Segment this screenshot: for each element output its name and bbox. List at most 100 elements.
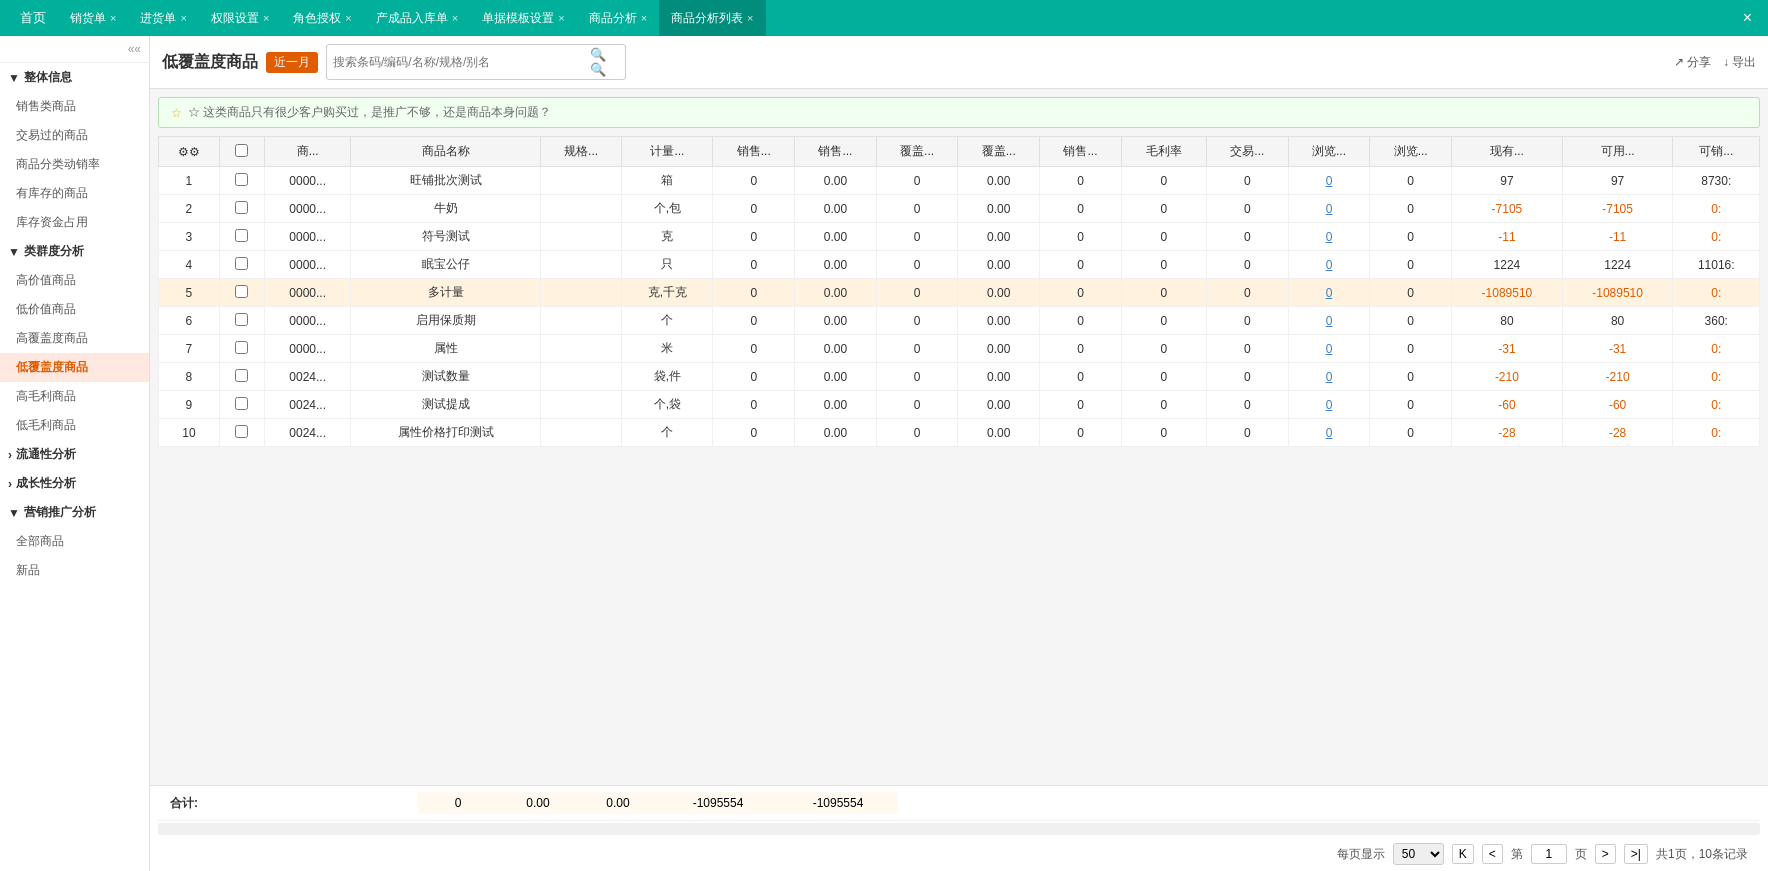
row-select-checkbox[interactable]	[235, 229, 248, 242]
close-icon[interactable]: ×	[110, 12, 116, 24]
row-browse1[interactable]: 0	[1288, 391, 1370, 419]
row-checkbox[interactable]	[219, 335, 264, 363]
nav-template-settings[interactable]: 单据模板设置 ×	[470, 0, 576, 36]
col-checkbox[interactable]	[219, 137, 264, 167]
page-input[interactable]	[1531, 844, 1567, 864]
row-select-checkbox[interactable]	[235, 257, 248, 270]
time-filter-button[interactable]: 近一月	[266, 52, 318, 73]
sidebar-item-low-margin[interactable]: 低毛利商品	[0, 411, 149, 440]
nav-home[interactable]: 首页	[8, 0, 58, 36]
sidebar-item-category-rate[interactable]: 商品分类动销率	[0, 150, 149, 179]
sidebar-item-low-value[interactable]: 低价值商品	[0, 295, 149, 324]
nav-sales[interactable]: 销货单 ×	[58, 0, 128, 36]
per-page-select[interactable]: 50 20 100	[1393, 843, 1444, 865]
row-browse1[interactable]: 0	[1288, 195, 1370, 223]
row-checkbox[interactable]	[219, 279, 264, 307]
col-transaction[interactable]: 交易...	[1206, 137, 1288, 167]
col-cover2[interactable]: 覆盖...	[958, 137, 1040, 167]
sidebar-item-low-coverage[interactable]: 低覆盖度商品	[0, 353, 149, 382]
sidebar-section-cluster[interactable]: ▼ 类群度分析	[0, 237, 149, 266]
select-all-checkbox[interactable]	[235, 144, 248, 157]
col-code[interactable]: 商...	[264, 137, 350, 167]
col-sales-val[interactable]: 销售...	[1040, 137, 1122, 167]
row-checkbox[interactable]	[219, 251, 264, 279]
row-checkbox[interactable]	[219, 363, 264, 391]
col-sales-qty[interactable]: 销售...	[713, 137, 795, 167]
row-browse1[interactable]: 0	[1288, 223, 1370, 251]
sidebar-collapse-icon[interactable]: «	[128, 42, 141, 56]
nav-product-analysis[interactable]: 商品分析 ×	[577, 0, 659, 36]
row-select-checkbox[interactable]	[235, 201, 248, 214]
row-select-checkbox[interactable]	[235, 369, 248, 382]
row-browse1[interactable]: 0	[1288, 363, 1370, 391]
row-checkbox[interactable]	[219, 307, 264, 335]
row-select-checkbox[interactable]	[235, 313, 248, 326]
row-checkbox[interactable]	[219, 419, 264, 447]
col-cover1[interactable]: 覆盖...	[876, 137, 958, 167]
row-browse1[interactable]: 0	[1288, 279, 1370, 307]
sidebar-item-high-coverage[interactable]: 高覆盖度商品	[0, 324, 149, 353]
nav-product-warehouse[interactable]: 产成品入库单 ×	[364, 0, 470, 36]
sidebar-section-marketing[interactable]: ▼ 营销推广分析	[0, 498, 149, 527]
close-icon[interactable]: ×	[180, 12, 186, 24]
col-available[interactable]: 可用...	[1562, 137, 1673, 167]
sidebar-item-capital-occupy[interactable]: 库存资金占用	[0, 208, 149, 237]
col-current[interactable]: 现有...	[1452, 137, 1563, 167]
row-code: 0000...	[264, 167, 350, 195]
row-select-checkbox[interactable]	[235, 173, 248, 186]
row-checkbox[interactable]	[219, 223, 264, 251]
row-checkbox[interactable]	[219, 195, 264, 223]
close-icon[interactable]: ×	[452, 12, 458, 24]
nav-purchase[interactable]: 进货单 ×	[128, 0, 198, 36]
search-box[interactable]: 🔍	[326, 44, 626, 80]
sidebar-item-sales-goods[interactable]: 销售类商品	[0, 92, 149, 121]
col-browse1[interactable]: 浏览...	[1288, 137, 1370, 167]
row-checkbox[interactable]	[219, 167, 264, 195]
sidebar-section-circulation[interactable]: › 流通性分析	[0, 440, 149, 469]
sidebar-item-new-goods[interactable]: 新品	[0, 556, 149, 585]
row-gross-margin: 0	[1121, 195, 1206, 223]
col-browse2[interactable]: 浏览...	[1370, 137, 1452, 167]
nav-product-analysis-list[interactable]: 商品分析列表 ×	[659, 0, 765, 36]
col-unit[interactable]: 计量...	[622, 137, 713, 167]
row-browse1[interactable]: 0	[1288, 335, 1370, 363]
next-page-button[interactable]: >	[1595, 844, 1616, 864]
export-button[interactable]: ↓ 导出	[1723, 54, 1756, 71]
window-close-button[interactable]: ×	[1735, 9, 1760, 27]
col-spec[interactable]: 规格...	[540, 137, 622, 167]
row-browse1[interactable]: 0	[1288, 167, 1370, 195]
col-sales-amt[interactable]: 销售...	[795, 137, 877, 167]
section-arrow-icon2: ▼	[8, 245, 20, 259]
search-input[interactable]	[333, 55, 590, 69]
col-name[interactable]: 商品名称	[351, 137, 540, 167]
share-button[interactable]: ↗ 分享	[1674, 54, 1711, 71]
row-checkbox[interactable]	[219, 391, 264, 419]
sidebar-item-high-value[interactable]: 高价值商品	[0, 266, 149, 295]
close-icon[interactable]: ×	[747, 12, 753, 24]
row-select-checkbox[interactable]	[235, 425, 248, 438]
sidebar-item-stock-goods[interactable]: 有库存的商品	[0, 179, 149, 208]
row-select-checkbox[interactable]	[235, 397, 248, 410]
close-icon[interactable]: ×	[263, 12, 269, 24]
nav-permission[interactable]: 权限设置 ×	[199, 0, 281, 36]
last-page-button[interactable]: >|	[1624, 844, 1648, 864]
row-select-checkbox[interactable]	[235, 285, 248, 298]
close-icon[interactable]: ×	[345, 12, 351, 24]
sidebar-section-overall[interactable]: ▼ 整体信息	[0, 63, 149, 92]
col-settings[interactable]: ⚙	[159, 137, 220, 167]
sidebar-item-high-margin[interactable]: 高毛利商品	[0, 382, 149, 411]
sidebar-section-growth[interactable]: › 成长性分析	[0, 469, 149, 498]
nav-role-auth[interactable]: 角色授权 ×	[281, 0, 363, 36]
sidebar-item-all-goods[interactable]: 全部商品	[0, 527, 149, 556]
close-icon[interactable]: ×	[558, 12, 564, 24]
prev-page-button[interactable]: <	[1482, 844, 1503, 864]
first-page-button[interactable]: K	[1452, 844, 1474, 864]
sidebar-item-traded-goods[interactable]: 交易过的商品	[0, 121, 149, 150]
row-select-checkbox[interactable]	[235, 341, 248, 354]
col-sellable[interactable]: 可销...	[1673, 137, 1760, 167]
row-browse1[interactable]: 0	[1288, 419, 1370, 447]
row-browse1[interactable]: 0	[1288, 307, 1370, 335]
close-icon[interactable]: ×	[641, 12, 647, 24]
col-gross-margin[interactable]: 毛利率	[1121, 137, 1206, 167]
row-browse1[interactable]: 0	[1288, 251, 1370, 279]
